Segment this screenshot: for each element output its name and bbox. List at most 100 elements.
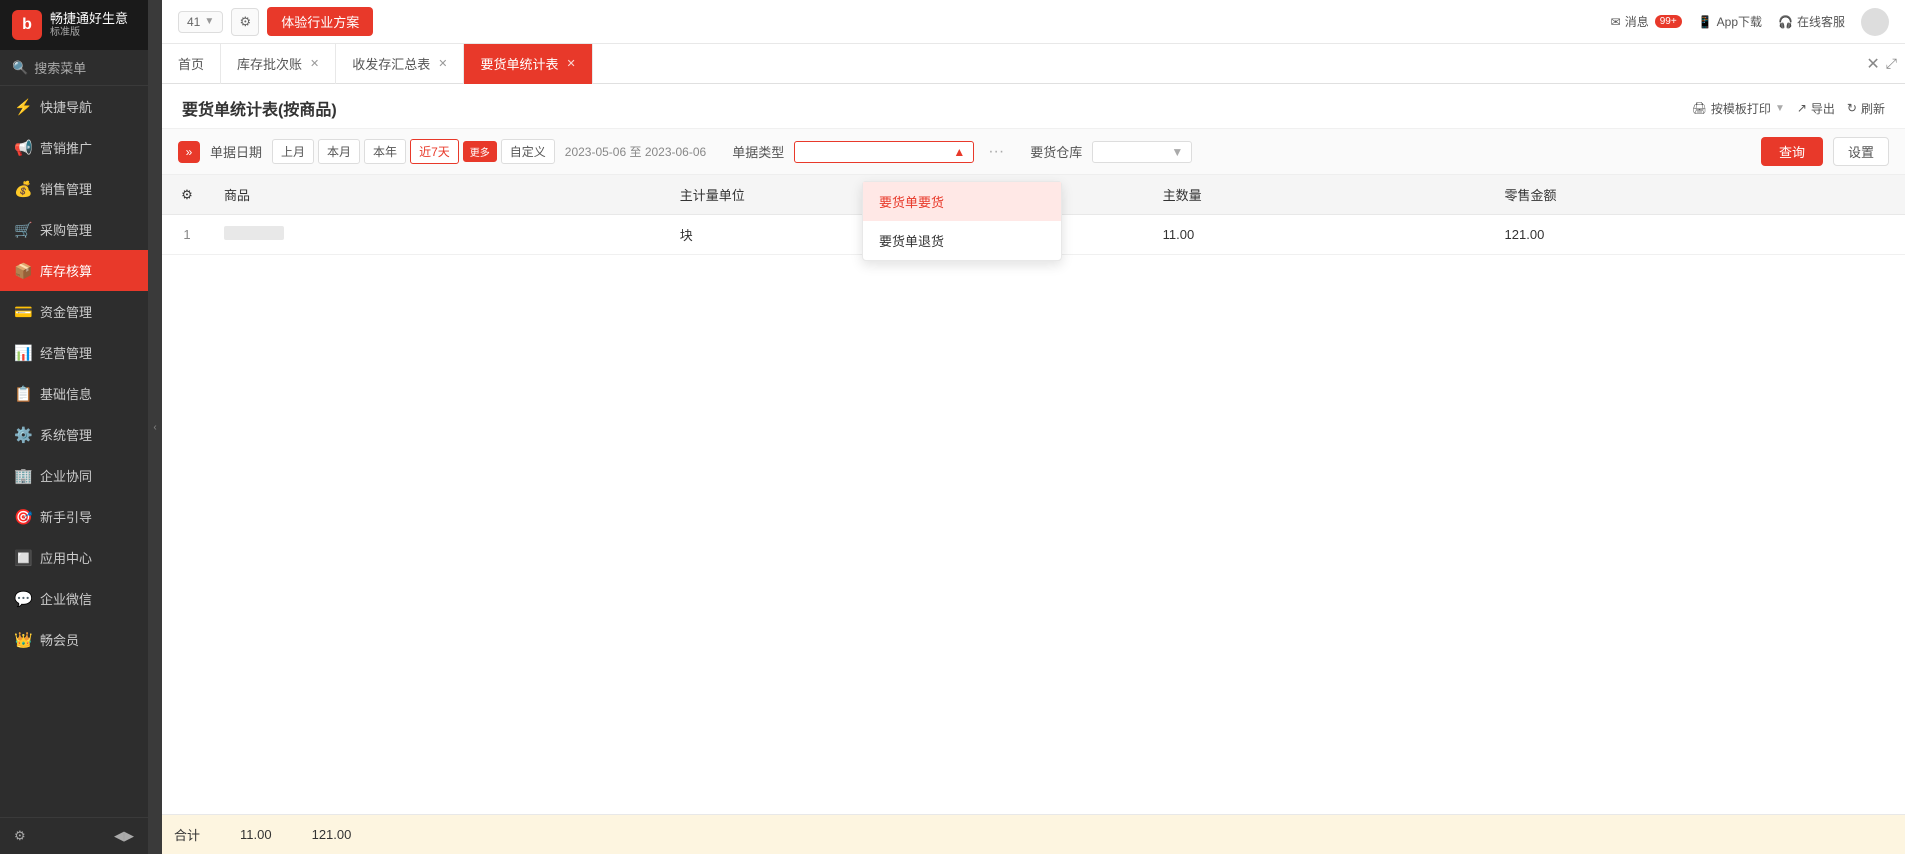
settings-button[interactable]: 设置 xyxy=(1833,137,1889,166)
page-header: 要货单统计表(按商品) 🖨 按模板打印 ▼ ↗ 导出 ↻ 刷新 xyxy=(162,84,1905,129)
settings-gear-btn[interactable]: ⚙ xyxy=(231,8,259,36)
sidebar-bottom: ⚙ ◀▶ xyxy=(0,817,148,854)
date-btn-this-year[interactable]: 本年 xyxy=(364,139,406,164)
dropdown-item-order-return[interactable]: 要货单退货 xyxy=(863,221,1061,260)
sidebar-item-operations[interactable]: 📊 经营管理 xyxy=(0,332,148,373)
main-content: 41 ▼ ⚙ 体验行业方案 ✉ 消息 99+ 📱 App下载 🎧 在线客服 xyxy=(162,0,1905,854)
type-dropdown: 要货单要货 要货单退货 xyxy=(862,181,1062,261)
refresh-btn[interactable]: ↻ 刷新 xyxy=(1847,100,1885,117)
type-select[interactable]: ▲ xyxy=(794,141,974,163)
sidebar-item-marketing[interactable]: 📢 营销推广 xyxy=(0,127,148,168)
app-center-icon: 🔲 xyxy=(14,549,32,567)
sidebar-item-wechat[interactable]: 💬 企业微信 xyxy=(0,578,148,619)
headset-icon: 🎧 xyxy=(1778,15,1793,29)
company-selector[interactable]: 41 ▼ xyxy=(178,11,223,33)
footer-total-label: 合计 xyxy=(174,825,200,844)
tab-bar-controls: ✕ ⤢ xyxy=(1866,54,1905,74)
filter-more-dots[interactable]: ··· xyxy=(988,143,1004,161)
messages-btn[interactable]: ✉ 消息 99+ xyxy=(1611,13,1682,30)
col-settings-icon: ⚙ xyxy=(181,187,193,202)
filter-expand-btn[interactable]: » xyxy=(178,141,200,163)
warehouse-select[interactable]: ▼ xyxy=(1092,141,1192,163)
export-btn[interactable]: ↗ 导出 xyxy=(1797,100,1835,117)
tab-home[interactable]: 首页 xyxy=(162,44,221,84)
table-footer: 合计 11.00 121.00 xyxy=(162,814,1905,854)
chevron-up-icon: ▲ xyxy=(953,145,965,159)
tab-close-all-icon[interactable]: ✕ xyxy=(1866,54,1879,74)
messages-label: 消息 xyxy=(1625,13,1649,30)
date-btn-last-month[interactable]: 上月 xyxy=(272,139,314,164)
enterprise-icon: 🏢 xyxy=(14,467,32,485)
tab-order-stat[interactable]: 要货单统计表 ✕ xyxy=(464,44,592,84)
message-icon: ✉ xyxy=(1611,15,1621,29)
industry-btn[interactable]: 体验行业方案 xyxy=(267,7,373,36)
row-qty: 11.00 xyxy=(1151,215,1493,255)
print-dropdown-icon: ▼ xyxy=(1775,103,1785,114)
sidebar-settings-icon[interactable]: ⚙ xyxy=(14,828,26,844)
col-product: 商品 xyxy=(212,175,668,215)
table-area: ⚙ 商品 主计量单位 主数量 零售金额 1 块 xyxy=(162,175,1905,814)
sidebar-collapse-btn[interactable]: ‹ xyxy=(148,0,162,854)
sidebar-item-basic[interactable]: 📋 基础信息 xyxy=(0,373,148,414)
sidebar-item-enterprise[interactable]: 🏢 企业协同 xyxy=(0,455,148,496)
download-icon: 📱 xyxy=(1698,15,1713,29)
sidebar-label-marketing: 营销推广 xyxy=(40,138,92,157)
chevron-down-icon: ▼ xyxy=(204,16,214,27)
top-bar-left: 41 ▼ ⚙ 体验行业方案 xyxy=(178,7,1599,36)
col-settings[interactable]: ⚙ xyxy=(162,175,212,215)
sidebar-item-guide[interactable]: 🎯 新手引导 xyxy=(0,496,148,537)
sidebar-item-system[interactable]: ⚙️ 系统管理 xyxy=(0,414,148,455)
sidebar-label-member: 畅会员 xyxy=(40,630,79,649)
tab-expand-icon[interactable]: ⤢ xyxy=(1886,55,1897,72)
quick-nav-icon: ⚡ xyxy=(14,98,32,116)
online-service-btn[interactable]: 🎧 在线客服 xyxy=(1778,13,1845,30)
app-download-btn[interactable]: 📱 App下载 xyxy=(1698,13,1762,30)
tab-receipt-close[interactable]: ✕ xyxy=(438,57,447,70)
sidebar-label-app-center: 应用中心 xyxy=(40,548,92,567)
sidebar-label-finance: 资金管理 xyxy=(40,302,92,321)
tab-batch-close[interactable]: ✕ xyxy=(310,57,319,70)
sidebar-item-finance[interactable]: 💳 资金管理 xyxy=(0,291,148,332)
sidebar-collapse-icon[interactable]: ◀▶ xyxy=(114,828,134,844)
company-selector-value: 41 xyxy=(187,15,200,29)
guide-icon: 🎯 xyxy=(14,508,32,526)
refresh-icon: ↻ xyxy=(1847,101,1857,115)
sidebar-item-member[interactable]: 👑 畅会员 xyxy=(0,619,148,660)
tab-receipt[interactable]: 收发存汇总表 ✕ xyxy=(336,44,464,84)
date-btn-custom[interactable]: 自定义 xyxy=(501,139,555,164)
date-buttons: 上月 本月 本年 近7天 更多 自定义 xyxy=(272,139,555,164)
date-btn-recent-7[interactable]: 近7天 xyxy=(410,139,459,164)
sidebar-item-sales[interactable]: 💰 销售管理 xyxy=(0,168,148,209)
refresh-label: 刷新 xyxy=(1861,100,1885,117)
date-btn-more[interactable]: 更多 xyxy=(463,141,497,162)
sidebar-item-purchase[interactable]: 🛒 采购管理 xyxy=(0,209,148,250)
sidebar-nav: ⚡ 快捷导航 📢 营销推广 💰 销售管理 🛒 采购管理 📦 库存核算 💳 资金管… xyxy=(0,86,148,817)
row-seq: 1 xyxy=(162,215,212,255)
inventory-icon: 📦 xyxy=(14,262,32,280)
chevron-down-warehouse: ▼ xyxy=(1171,145,1183,159)
export-icon: ↗ xyxy=(1797,101,1807,115)
tab-order-stat-close[interactable]: ✕ xyxy=(567,57,576,70)
app-subtitle: 标准版 xyxy=(50,27,128,39)
tab-home-label: 首页 xyxy=(178,54,204,73)
marketing-icon: 📢 xyxy=(14,139,32,157)
tab-order-stat-label: 要货单统计表 xyxy=(480,54,558,73)
tab-batch[interactable]: 库存批次账 ✕ xyxy=(221,44,336,84)
search-menu[interactable]: 🔍 搜索菜单 xyxy=(0,50,148,86)
app-title: 畅捷通好生意 xyxy=(50,11,128,27)
query-button[interactable]: 查询 xyxy=(1761,137,1823,166)
logo-icon: b xyxy=(12,10,42,40)
sidebar-item-quick-nav[interactable]: ⚡ 快捷导航 xyxy=(0,86,148,127)
finance-icon: 💳 xyxy=(14,303,32,321)
user-avatar[interactable] xyxy=(1861,8,1889,36)
dropdown-item-order-goods[interactable]: 要货单要货 xyxy=(863,182,1061,221)
logo-text: 畅捷通好生意 标准版 xyxy=(50,11,128,39)
date-filter-label: 单据日期 xyxy=(210,142,262,161)
sales-icon: 💰 xyxy=(14,180,32,198)
search-menu-label: 搜索菜单 xyxy=(34,58,86,77)
date-btn-this-month[interactable]: 本月 xyxy=(318,139,360,164)
print-btn[interactable]: 🖨 按模板打印 ▼ xyxy=(1692,100,1785,117)
sidebar: b 畅捷通好生意 标准版 🔍 搜索菜单 ⚡ 快捷导航 📢 营销推广 💰 销售管理… xyxy=(0,0,148,854)
sidebar-item-inventory[interactable]: 📦 库存核算 xyxy=(0,250,148,291)
sidebar-item-app-center[interactable]: 🔲 应用中心 xyxy=(0,537,148,578)
